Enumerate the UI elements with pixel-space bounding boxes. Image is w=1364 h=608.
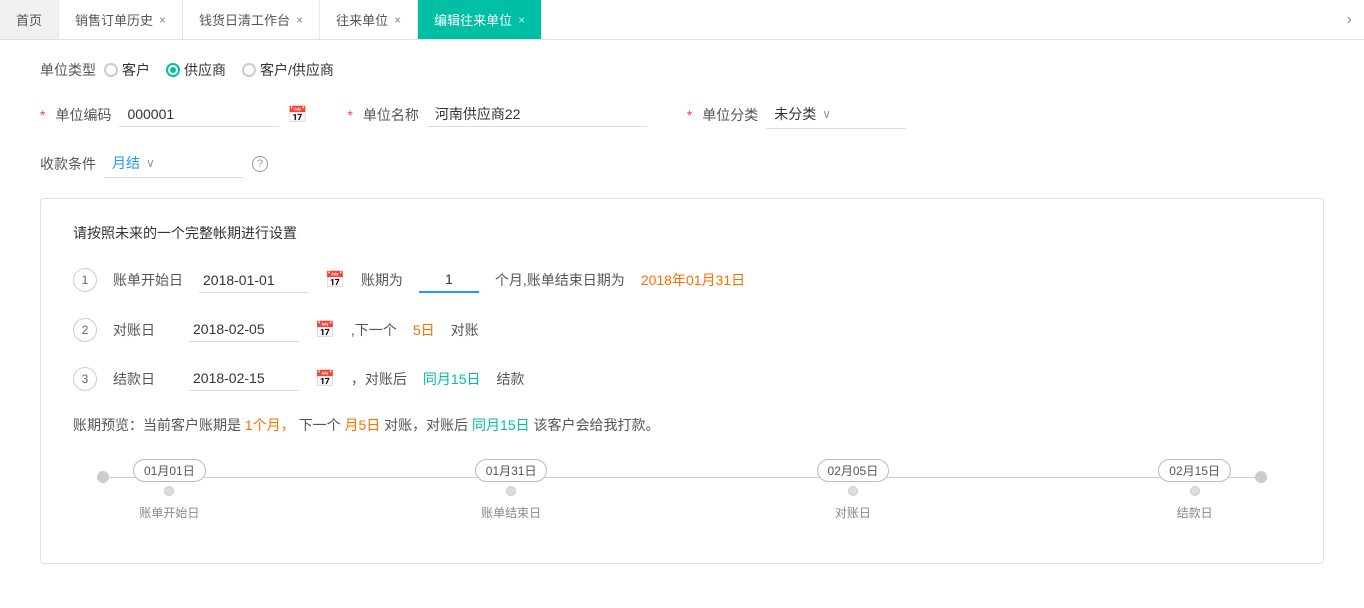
period-row-2: 2 对账日 📅 ,下一个 5日 对账 <box>73 317 1291 342</box>
radio-circle-customer <box>104 63 118 77</box>
unit-info-row: * 单位编码 📅 * 单位名称 * 单位分类 未分类 ∨ <box>40 100 1324 129</box>
timeline-badge-4: 02月15日 <box>1158 459 1231 482</box>
unit-category-field: * 单位分类 未分类 ∨ <box>687 100 906 129</box>
unit-category-arrow: ∨ <box>822 107 831 121</box>
period-start-cal-icon[interactable]: 📅 <box>325 270 345 290</box>
timeline-label-1: 账单开始日 <box>139 504 199 521</box>
timeline-start-dot <box>97 471 109 483</box>
section-title: 请按照未来的一个完整帐期进行设置 <box>73 223 1291 243</box>
unit-type-radio-group: 客户 供应商 客户/供应商 <box>104 60 334 80</box>
timeline-point-3: 02月05日 对账日 <box>817 459 890 521</box>
period-num-3: 3 <box>73 367 97 391</box>
period-desc-1b: 个月,账单结束日期为 <box>495 270 625 290</box>
preview-pay: 同月15日 <box>472 417 530 433</box>
period-reconcile-day-highlight: 5日 <box>413 320 435 340</box>
timeline-dot-4 <box>1190 486 1200 496</box>
preview-reconcile-suffix: 对账，对账后 <box>384 417 468 433</box>
period-section: 请按照未来的一个完整帐期进行设置 1 账单开始日 📅 账期为 个月,账单结束日期… <box>40 198 1324 564</box>
help-icon[interactable]: ? <box>252 156 268 172</box>
preview-end: 该客户会给我打款。 <box>534 417 660 433</box>
tab-edit-partner-close[interactable]: × <box>518 13 525 27</box>
preview-text: 账期预览：当前客户账期是 1个月， 下一个 月5日 对账，对账后 同月15日 该… <box>73 415 1291 435</box>
period-pay-date-input[interactable] <box>189 366 299 391</box>
preview-reconcile-prefix: 下一个 <box>299 417 341 433</box>
main-content: 单位类型 客户 供应商 客户/供应商 * 单位编码 <box>0 40 1364 608</box>
unit-type-field: 单位类型 客户 供应商 客户/供应商 <box>40 60 334 80</box>
unit-code-input[interactable] <box>119 102 279 127</box>
period-label-2: 对账日 <box>113 320 173 340</box>
tab-sales-history[interactable]: 销售订单历史 × <box>59 0 183 39</box>
period-reconcile-cal-icon[interactable]: 📅 <box>315 320 335 340</box>
timeline-badge-2: 01月31日 <box>475 459 548 482</box>
tab-edit-partner[interactable]: 编辑往来单位 × <box>418 0 542 39</box>
period-num-1: 1 <box>73 268 97 292</box>
payment-terms-value: 月结 <box>112 153 140 173</box>
radio-both[interactable]: 客户/供应商 <box>242 60 334 80</box>
period-pay-day-highlight: 同月15日 <box>423 369 481 389</box>
preview-period: 1个月， <box>245 417 295 433</box>
period-desc-2a: ,下一个 <box>351 320 397 340</box>
payment-terms-label: 收款条件 <box>40 154 96 174</box>
unit-type-row: 单位类型 客户 供应商 客户/供应商 <box>40 60 1324 80</box>
unit-category-value: 未分类 <box>774 104 816 124</box>
timeline-points: 01月01日 账单开始日 01月31日 账单结束日 02月05日 对账 <box>133 459 1231 521</box>
tab-sales-history-close[interactable]: × <box>159 13 166 27</box>
payment-terms-arrow: ∨ <box>146 156 155 170</box>
timeline-section: 01月01日 账单开始日 01月31日 账单结束日 02月05日 对账 <box>73 459 1291 539</box>
period-num-2: 2 <box>73 318 97 342</box>
period-start-date-input[interactable] <box>199 268 309 293</box>
period-row-1: 1 账单开始日 📅 账期为 个月,账单结束日期为 2018年01月31日 <box>73 267 1291 293</box>
period-desc-3b: 结款 <box>497 369 525 389</box>
unit-category-dropdown[interactable]: 未分类 ∨ <box>766 100 906 129</box>
timeline-label-3: 对账日 <box>835 504 871 521</box>
period-row-3: 3 结款日 📅 ，对账后 同月15日 结款 <box>73 366 1291 391</box>
period-desc-3a: ，对账后 <box>351 369 407 389</box>
tab-cash-work-close[interactable]: × <box>296 13 303 27</box>
tab-bar: 首页 销售订单历史 × 钱货日清工作台 × 往来单位 × 编辑往来单位 × › <box>0 0 1364 40</box>
timeline-label-4: 结款日 <box>1177 504 1213 521</box>
radio-customer[interactable]: 客户 <box>104 60 150 80</box>
tab-partner[interactable]: 往来单位 × <box>320 0 418 39</box>
period-end-date-highlight: 2018年01月31日 <box>641 270 745 290</box>
period-reconcile-date-input[interactable] <box>189 317 299 342</box>
period-label-3: 结款日 <box>113 369 173 389</box>
unit-name-input[interactable] <box>427 102 647 127</box>
timeline-point-4: 02月15日 结款日 <box>1158 459 1231 521</box>
timeline-label-2: 账单结束日 <box>481 504 541 521</box>
payment-terms-row: 收款条件 月结 ∨ ? <box>40 149 1324 178</box>
period-months-input[interactable] <box>419 267 479 293</box>
unit-code-label: 单位编码 <box>55 105 111 125</box>
period-label-1: 账单开始日 <box>113 270 183 290</box>
timeline-badge-3: 02月05日 <box>817 459 890 482</box>
timeline-dot-3 <box>848 486 858 496</box>
timeline-point-2: 01月31日 账单结束日 <box>475 459 548 521</box>
timeline-wrapper: 01月01日 账单开始日 01月31日 账单结束日 02月05日 对账 <box>103 459 1261 539</box>
period-pay-cal-icon[interactable]: 📅 <box>315 369 335 389</box>
unit-code-icon[interactable]: 📅 <box>287 105 307 125</box>
timeline-dot-2 <box>506 486 516 496</box>
unit-code-field: * 单位编码 📅 <box>40 102 307 127</box>
timeline-end-dot <box>1255 471 1267 483</box>
unit-name-label: 单位名称 <box>363 105 419 125</box>
preview-label: 账期预览：当前客户账期是 <box>73 417 241 433</box>
tab-home[interactable]: 首页 <box>0 0 59 39</box>
timeline-dot-1 <box>164 486 174 496</box>
radio-circle-supplier <box>166 63 180 77</box>
unit-category-label: 单位分类 <box>702 105 758 125</box>
tab-arrow[interactable]: › <box>1335 0 1364 39</box>
tab-partner-close[interactable]: × <box>394 13 401 27</box>
radio-supplier[interactable]: 供应商 <box>166 60 226 80</box>
payment-terms-dropdown[interactable]: 月结 ∨ <box>104 149 244 178</box>
tab-cash-work[interactable]: 钱货日清工作台 × <box>183 0 320 39</box>
timeline-point-1: 01月01日 账单开始日 <box>133 459 206 521</box>
payment-terms-field: 收款条件 月结 ∨ ? <box>40 149 268 178</box>
period-desc-2b: 对账 <box>451 320 479 340</box>
unit-type-label: 单位类型 <box>40 60 96 80</box>
preview-reconcile: 月5日 <box>344 417 380 433</box>
unit-name-field: * 单位名称 <box>347 102 646 127</box>
radio-circle-both <box>242 63 256 77</box>
period-desc-1a: 账期为 <box>361 270 403 290</box>
timeline-badge-1: 01月01日 <box>133 459 206 482</box>
